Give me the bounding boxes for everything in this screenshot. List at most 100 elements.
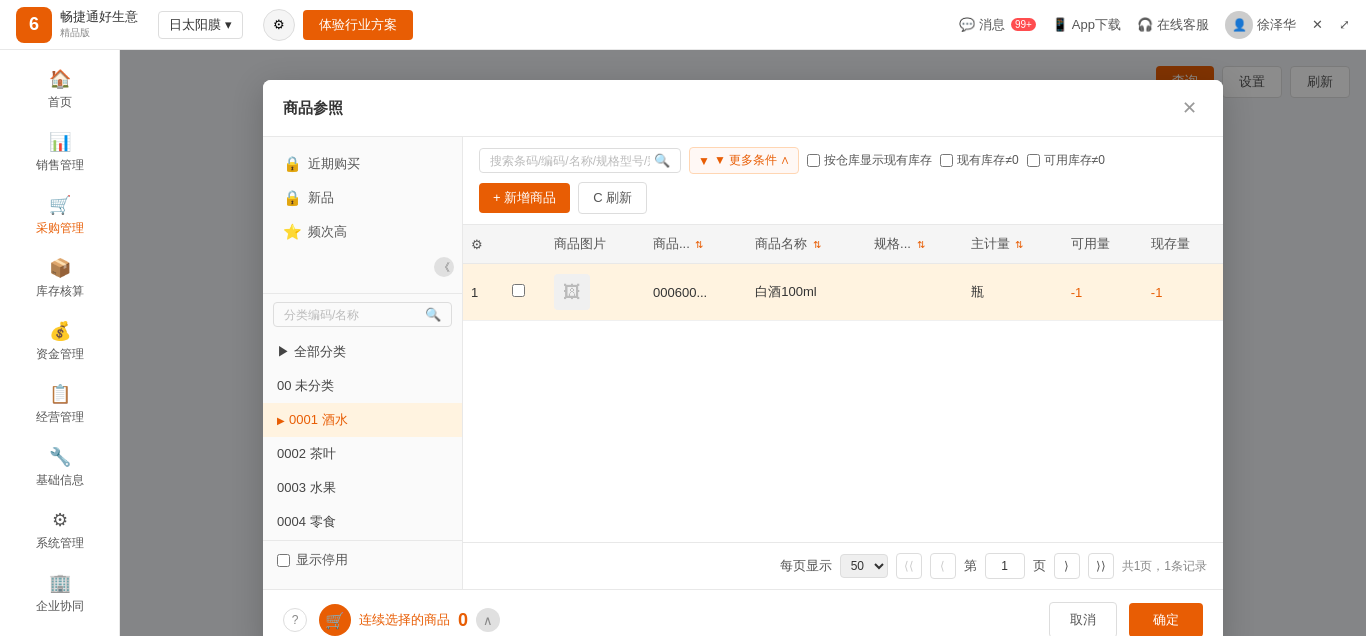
- app-download-btn[interactable]: 📱 App下载: [1052, 16, 1121, 34]
- row-name-cell: 白酒100ml: [747, 264, 866, 321]
- total-info: 共1页，1条记录: [1122, 558, 1207, 575]
- row-spec-cell: [866, 264, 963, 321]
- sidebar-item-stock[interactable]: 📦 库存核算: [0, 247, 119, 310]
- col-name-label: 商品名称: [755, 236, 807, 251]
- sidebar-item-business[interactable]: 📋 经营管理: [0, 373, 119, 436]
- category-0003[interactable]: 0003 水果: [263, 471, 462, 505]
- warehouse-stock-checkbox[interactable]: [807, 154, 820, 167]
- sidebar-label-sales: 销售管理: [36, 157, 84, 174]
- row-checkbox-cell[interactable]: [504, 264, 546, 321]
- current-stock-label: 现有库存≠0: [957, 152, 1018, 169]
- divider: [263, 293, 462, 294]
- expand-btn[interactable]: ⤢: [1339, 17, 1350, 32]
- main-layout: 🏠 首页 📊 销售管理 🛒 采购管理 📦 库存核算 💰 资金管理 📋 经营管理 …: [0, 50, 1366, 636]
- category-00[interactable]: 00 未分类: [263, 369, 462, 403]
- show-disabled-checkbox[interactable]: [277, 554, 290, 567]
- col-image: 商品图片: [546, 225, 645, 264]
- modal-close-button[interactable]: ✕: [1175, 94, 1203, 122]
- warehouse-stock-checkbox-group: 按仓库显示现有库存: [807, 152, 932, 169]
- sidebar-item-guide[interactable]: 🌟 新手引导: [0, 625, 119, 636]
- col-unit-sort-icon: ⇅: [1015, 239, 1023, 250]
- right-panel: 🔍 ▼ ▼ 更多条件 ∧ 按仓库显示现有库存: [463, 137, 1223, 589]
- new-items-label: 新品: [308, 189, 334, 207]
- table-header-row: ⚙ 商品图片 商品... ⇅: [463, 225, 1223, 264]
- app-download-label: App下载: [1072, 16, 1121, 34]
- product-search-input[interactable]: [490, 154, 650, 168]
- available-stock-checkbox[interactable]: [1027, 154, 1040, 167]
- content-area: 查询 设置 刷新 商品参照 ✕ 🔒: [120, 50, 1366, 636]
- refresh-table-button[interactable]: C 刷新: [578, 182, 647, 214]
- row-index: 1: [463, 264, 504, 321]
- col-spec[interactable]: 规格... ⇅: [866, 225, 963, 264]
- category-all[interactable]: ▶ 全部分类: [263, 335, 462, 369]
- exp-btn[interactable]: 体验行业方案: [303, 10, 413, 40]
- new-items-item[interactable]: 🔒 新品: [273, 181, 452, 215]
- high-freq-item[interactable]: ⭐ 频次高: [273, 215, 452, 249]
- sidebar-item-finance[interactable]: 💰 资金管理: [0, 310, 119, 373]
- image-icon: 🖼: [563, 282, 581, 303]
- confirm-button[interactable]: 确定: [1129, 603, 1203, 636]
- close-window-btn[interactable]: ✕: [1312, 17, 1323, 32]
- cancel-button[interactable]: 取消: [1049, 602, 1117, 636]
- sidebar-item-purchase[interactable]: 🛒 采购管理: [0, 184, 119, 247]
- row-select-checkbox[interactable]: [512, 284, 525, 297]
- sidebar-item-sales[interactable]: 📊 销售管理: [0, 121, 119, 184]
- first-page-btn[interactable]: ⟨⟨: [896, 553, 922, 579]
- logo-text-group: 畅捷通好生意 精品版: [60, 9, 138, 40]
- col-code[interactable]: 商品... ⇅: [645, 225, 747, 264]
- sidebar-item-home[interactable]: 🏠 首页: [0, 58, 119, 121]
- filter-label: ▼ 更多条件 ∧: [714, 152, 791, 169]
- category-arrow-icon: ▶: [277, 415, 285, 426]
- message-btn[interactable]: 💬 消息 99+: [959, 16, 1036, 34]
- last-page-btn[interactable]: ⟩⟩: [1088, 553, 1114, 579]
- online-service-btn[interactable]: 🎧 在线客服: [1137, 16, 1209, 34]
- warehouse-stock-label: 按仓库显示现有库存: [824, 152, 932, 169]
- category-0004[interactable]: 0004 零食: [263, 505, 462, 539]
- cart-icon: 🛒: [319, 604, 351, 636]
- gear-icon: ⚙: [273, 17, 285, 32]
- prev-page-btn[interactable]: ⟨: [930, 553, 956, 579]
- filter-btn[interactable]: ▼ ▼ 更多条件 ∧: [689, 147, 799, 174]
- col-settings[interactable]: ⚙: [463, 225, 504, 264]
- user-area[interactable]: 👤 徐泽华: [1225, 11, 1296, 39]
- current-stock-checkbox[interactable]: [940, 154, 953, 167]
- help-button[interactable]: ?: [283, 608, 307, 632]
- available-stock-checkbox-group: 可用库存≠0: [1027, 152, 1105, 169]
- modal-header: 商品参照 ✕: [263, 80, 1223, 137]
- sidebar-label-enterprise: 企业协同: [36, 598, 84, 615]
- avatar: 👤: [1225, 11, 1253, 39]
- category-search-box[interactable]: 🔍: [273, 302, 452, 327]
- expand-icon: ⤢: [1339, 17, 1350, 32]
- product-search-box[interactable]: 🔍: [479, 148, 681, 173]
- sidebar-item-base[interactable]: 🔧 基础信息: [0, 436, 119, 499]
- category-list: ▶ 全部分类 00 未分类 ▶ 0001 酒水 0002 茶叶: [263, 327, 462, 540]
- base-icon: 🔧: [49, 446, 71, 468]
- business-icon: 📋: [49, 383, 71, 405]
- settings-button[interactable]: ⚙: [263, 9, 295, 41]
- table-row[interactable]: 1 🖼: [463, 264, 1223, 321]
- next-page-btn[interactable]: ⟩: [1054, 553, 1080, 579]
- cart-collapse-btn[interactable]: ∧: [476, 608, 500, 632]
- sidebar-item-enterprise[interactable]: 🏢 企业协同: [0, 562, 119, 625]
- col-unit[interactable]: 主计量 ⇅: [963, 225, 1063, 264]
- stock-icon: 📦: [49, 257, 71, 279]
- category-search-input[interactable]: [284, 308, 421, 322]
- collapse-left-btn[interactable]: 《: [434, 257, 454, 277]
- per-page-select[interactable]: 50: [840, 554, 888, 578]
- col-name[interactable]: 商品名称 ⇅: [747, 225, 866, 264]
- add-product-button[interactable]: + 新增商品: [479, 183, 570, 213]
- branch-selector[interactable]: 日太阳膜 ▾: [158, 11, 243, 39]
- per-page-label: 每页显示: [780, 557, 832, 575]
- product-thumbnail: 🖼: [554, 274, 590, 310]
- finance-icon: 💰: [49, 320, 71, 342]
- sidebar-item-system[interactable]: ⚙ 系统管理: [0, 499, 119, 562]
- category-0002[interactable]: 0002 茶叶: [263, 437, 462, 471]
- headset-icon: 🎧: [1137, 17, 1153, 32]
- col-spec-sort-icon: ⇅: [917, 239, 925, 250]
- category-0001-label: 0001 酒水: [289, 411, 348, 429]
- logo-sub: 精品版: [60, 26, 138, 40]
- modal-overlay: 商品参照 ✕ 🔒 近期购买 🔒: [120, 50, 1366, 636]
- category-0001[interactable]: ▶ 0001 酒水: [263, 403, 462, 437]
- recent-buy-item[interactable]: 🔒 近期购买: [273, 147, 452, 181]
- page-number-input[interactable]: [985, 553, 1025, 579]
